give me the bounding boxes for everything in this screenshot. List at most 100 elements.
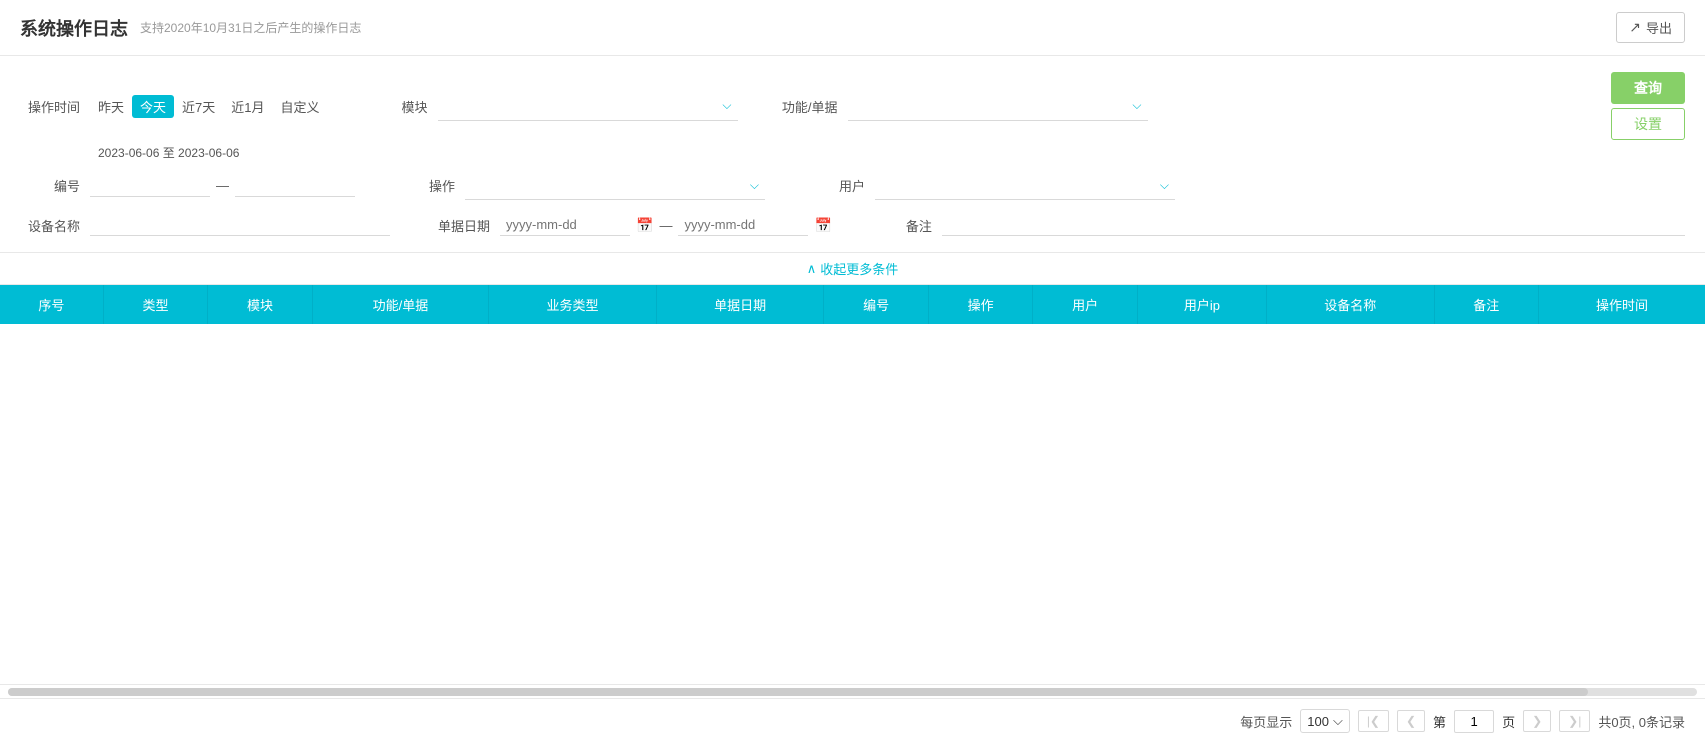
- number-range: —: [90, 175, 355, 197]
- device-input[interactable]: [90, 214, 390, 236]
- module-chevron-icon: ⌵: [722, 98, 731, 113]
- filter-row-1: 操作时间 昨天 今天 近7天 近1月 自定义 模块 ⌵ 功能/单据: [20, 72, 1685, 140]
- empty-area: [0, 324, 1705, 674]
- last-page-button[interactable]: ❯|: [1559, 710, 1590, 732]
- time-filter-col: 操作时间 昨天 今天 近7天 近1月 自定义: [20, 95, 328, 118]
- number-label: 编号: [20, 176, 90, 195]
- date-filter-col: 单据日期 📅 — 📅: [430, 214, 832, 236]
- number-input-to[interactable]: [235, 175, 355, 197]
- user-filter-col: 用户 ⌵: [805, 171, 1175, 200]
- page-subtitle: 支持2020年10月31日之后产生的操作日志: [140, 19, 361, 36]
- page-size-select[interactable]: 100 ⌵: [1300, 709, 1350, 733]
- time-label: 操作时间: [20, 97, 90, 116]
- function-chevron-icon: ⌵: [1132, 98, 1141, 113]
- time-btn-today[interactable]: 今天: [132, 95, 174, 118]
- page-title: 系统操作日志: [20, 15, 128, 41]
- function-select-text: [854, 95, 1133, 117]
- collapse-button[interactable]: ∧ 收起更多条件: [807, 259, 899, 278]
- page-label: 第: [1433, 712, 1446, 731]
- filter-area: 操作时间 昨天 今天 近7天 近1月 自定义 模块 ⌵ 功能/单据: [0, 56, 1705, 253]
- operation-filter-col: 操作 ⌵: [395, 171, 765, 200]
- remark-label: 备注: [872, 216, 942, 235]
- scrollbar-track[interactable]: [8, 688, 1697, 696]
- operation-select-text: [471, 174, 750, 196]
- collapse-label: 收起更多条件: [820, 259, 898, 278]
- number-filter-col: 编号 —: [20, 175, 355, 197]
- function-label: 功能/单据: [778, 97, 848, 116]
- table-header: 序号 类型 模块 功能/单据 业务类型 单据日期 编号 操作 用户 用户ip 设…: [0, 285, 1705, 324]
- next-page-button[interactable]: ❯: [1523, 710, 1551, 732]
- function-filter-col: 功能/单据 ⌵: [778, 92, 1148, 121]
- pagination: 每页显示 100 ⌵ |❮ ❮ 第 页 ❯ ❯| 共0页, 0条记录: [0, 698, 1705, 743]
- col-date: 单据日期: [656, 285, 824, 324]
- filter-row-2: 编号 — 操作 ⌵ 用户 ⌵: [20, 171, 1685, 200]
- number-dash: —: [216, 178, 229, 193]
- calendar-icon-to[interactable]: 📅: [814, 217, 831, 234]
- page-header: 系统操作日志 支持2020年10月31日之后产生的操作日志 ↗ 导出: [0, 0, 1705, 56]
- export-icon: ↗: [1629, 19, 1641, 36]
- date-range: 📅 — 📅: [500, 214, 832, 236]
- operation-label: 操作: [395, 176, 465, 195]
- query-button[interactable]: 查询: [1611, 72, 1685, 104]
- time-btn-yesterday[interactable]: 昨天: [90, 95, 132, 118]
- time-btn-1month[interactable]: 近1月: [223, 95, 272, 118]
- scrollbar-area[interactable]: [0, 684, 1705, 698]
- col-index: 序号: [0, 285, 103, 324]
- page-size-arrow: ⌵: [1333, 713, 1343, 729]
- table-container: 序号 类型 模块 功能/单据 业务类型 单据日期 编号 操作 用户 用户ip 设…: [0, 285, 1705, 684]
- page-container: 系统操作日志 支持2020年10月31日之后产生的操作日志 ↗ 导出 操作时间 …: [0, 0, 1705, 743]
- action-buttons: 查询 设置: [1611, 72, 1685, 140]
- setting-button[interactable]: 设置: [1611, 108, 1685, 140]
- date-input-to[interactable]: [678, 214, 808, 236]
- export-button[interactable]: ↗ 导出: [1616, 12, 1685, 43]
- first-page-button[interactable]: |❮: [1358, 710, 1389, 732]
- remark-filter-col: 备注: [872, 214, 1685, 236]
- date-dash: —: [659, 218, 672, 233]
- time-btn-7days[interactable]: 近7天: [174, 95, 223, 118]
- data-table: 序号 类型 模块 功能/单据 业务类型 单据日期 编号 操作 用户 用户ip 设…: [0, 285, 1705, 324]
- col-user: 用户: [1033, 285, 1137, 324]
- module-label: 模块: [368, 97, 438, 116]
- col-biztype: 业务类型: [489, 285, 657, 324]
- per-page-label: 每页显示: [1240, 712, 1292, 731]
- table-header-row: 序号 类型 模块 功能/单据 业务类型 单据日期 编号 操作 用户 用户ip 设…: [0, 285, 1705, 324]
- time-btn-custom[interactable]: 自定义: [273, 95, 328, 118]
- date-label: 单据日期: [430, 216, 500, 235]
- device-label: 设备名称: [20, 216, 90, 235]
- col-operation: 操作: [928, 285, 1032, 324]
- collapse-up-icon: ∧: [807, 261, 817, 277]
- user-select[interactable]: ⌵: [875, 171, 1175, 200]
- col-number: 编号: [824, 285, 928, 324]
- device-filter-col: 设备名称: [20, 214, 390, 236]
- page-input[interactable]: [1454, 710, 1494, 733]
- calendar-icon-from[interactable]: 📅: [636, 217, 653, 234]
- prev-page-button[interactable]: ❮: [1397, 710, 1425, 732]
- operation-select[interactable]: ⌵: [465, 171, 765, 200]
- col-device: 设备名称: [1266, 285, 1434, 324]
- scrollbar-thumb[interactable]: [8, 688, 1588, 696]
- page-suffix: 页: [1502, 712, 1515, 731]
- collapse-row: ∧ 收起更多条件: [0, 253, 1705, 285]
- col-userip: 用户ip: [1137, 285, 1266, 324]
- operation-chevron-icon: ⌵: [750, 178, 759, 193]
- filter-row-3: 设备名称 单据日期 📅 — 📅 备注: [20, 214, 1685, 236]
- time-filter-group: 昨天 今天 近7天 近1月 自定义: [90, 95, 328, 118]
- user-chevron-icon: ⌵: [1160, 178, 1169, 193]
- user-label: 用户: [805, 176, 875, 195]
- module-select[interactable]: ⌵: [438, 92, 738, 121]
- col-optime: 操作时间: [1539, 285, 1705, 324]
- time-range-display: 2023-06-06 至 2023-06-06: [98, 146, 239, 160]
- date-input-from[interactable]: [500, 214, 630, 236]
- function-select[interactable]: ⌵: [848, 92, 1148, 121]
- module-select-text: [444, 95, 723, 117]
- col-function: 功能/单据: [312, 285, 488, 324]
- module-filter-col: 模块 ⌵: [368, 92, 738, 121]
- user-select-text: [881, 174, 1160, 196]
- export-label: 导出: [1646, 18, 1672, 37]
- remark-input[interactable]: [942, 214, 1685, 236]
- col-type: 类型: [103, 285, 207, 324]
- page-size-value: 100: [1307, 714, 1329, 729]
- number-input-from[interactable]: [90, 175, 210, 197]
- col-remark: 备注: [1434, 285, 1538, 324]
- total-info: 共0页, 0条记录: [1598, 712, 1685, 731]
